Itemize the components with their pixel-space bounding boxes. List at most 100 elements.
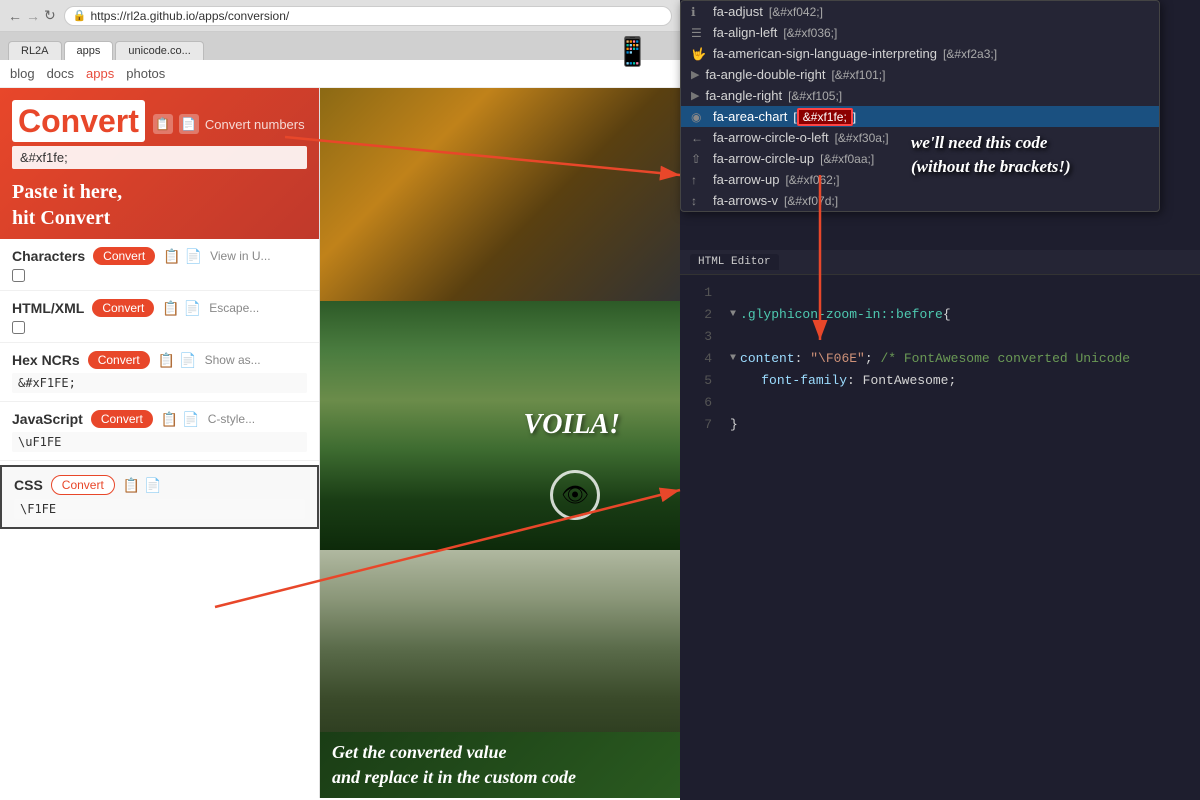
ac-code-arrow-circle-up: [&#xf0aa;]	[820, 152, 874, 166]
ac-item-angle-dbl[interactable]: ▶ fa-angle-double-right [&#xf101;]	[681, 64, 1159, 85]
right-panel: ℹ fa-adjust [&#xf042;] ☰ fa-align-left […	[680, 0, 1200, 800]
comment-4: /* FontAwesome converted Unicode	[873, 348, 1130, 370]
css-copy-icon[interactable]: 📋	[123, 477, 140, 494]
code-line-5: font-family : FontAwesome ;	[730, 370, 1200, 392]
close-brace-7: }	[730, 414, 738, 436]
semi-4: ;	[865, 348, 873, 370]
editor-tab[interactable]: HTML Editor	[690, 254, 779, 270]
js-title: JavaScript	[12, 411, 83, 427]
characters-checkbox[interactable]	[12, 269, 307, 282]
hex-extra[interactable]: Show as...	[205, 353, 261, 367]
fold-arrow-2: ▼	[730, 304, 736, 326]
characters-copy-icon[interactable]: 📋	[163, 248, 180, 265]
js-copy-icon[interactable]: 📋	[161, 411, 178, 428]
css-convert-btn[interactable]: Convert	[51, 475, 115, 495]
html-checkbox[interactable]	[12, 321, 307, 334]
line-numbers: 1 2 3 4 5 6 7	[680, 276, 720, 442]
characters-file-icon[interactable]: 📄	[185, 248, 202, 265]
tab-rl2a[interactable]: RL2A	[8, 41, 62, 60]
ac-code-adjust: [&#xf042;]	[769, 5, 823, 19]
ac-code-arrow-circle-o: [&#xf30a;]	[835, 131, 889, 145]
code-lines: ▼ .glyphicon-zoom-in::before { ▼ content…	[720, 276, 1200, 442]
nav-links: blog docs apps photos	[0, 60, 680, 88]
address-bar[interactable]: 🔒 https://rl2a.github.io/apps/conversion…	[64, 6, 672, 26]
forward-button[interactable]: →	[26, 8, 40, 24]
css-title: CSS	[14, 477, 43, 493]
ac-item-arrows-v[interactable]: ↕ fa-arrows-v [&#xf07d;]	[681, 190, 1159, 211]
hex-convert-btn[interactable]: Convert	[88, 351, 150, 369]
js-extra[interactable]: C-style...	[208, 412, 255, 426]
ac-icon-arrow-up: ↑	[691, 173, 707, 187]
tab-apps[interactable]: apps	[64, 41, 114, 60]
mobile-icon: 📱	[615, 35, 650, 68]
html-file-icon[interactable]: 📄	[184, 300, 201, 317]
autocomplete-dropdown[interactable]: ℹ fa-adjust [&#xf042;] ☰ fa-align-left […	[680, 0, 1160, 212]
bottom-hint-text: Get the converted valueand replace it in…	[332, 740, 668, 790]
ac-name-area: fa-area-chart	[713, 109, 787, 124]
ac-item-align[interactable]: ☰ fa-align-left [&#xf036;]	[681, 22, 1159, 43]
back-button[interactable]: ←	[8, 8, 22, 24]
nav-photos[interactable]: photos	[126, 66, 165, 81]
code-line-7: }	[730, 414, 1200, 436]
html-copy-icon[interactable]: 📋	[162, 300, 179, 317]
code-highlight-box: &#xf1fe;	[797, 108, 853, 126]
ac-item-angle-right[interactable]: ▶ fa-angle-right [&#xf105;]	[681, 85, 1159, 106]
section-html: HTML/XML Convert 📋 📄 Escape...	[0, 291, 319, 343]
ac-item-arrow-up[interactable]: ↑ fa-arrow-up [&#xf062;]	[681, 169, 1159, 190]
voila-text: VOILA!	[524, 409, 620, 441]
ac-code-align: [&#xf036;]	[783, 26, 837, 40]
css-file-icon[interactable]: 📄	[144, 477, 161, 494]
html-extra[interactable]: Escape...	[209, 301, 259, 315]
selector: .glyphicon-zoom-in::before	[740, 304, 943, 326]
ac-name-arrow-circle-up: fa-arrow-circle-up	[713, 151, 814, 166]
hex-file-icon[interactable]: 📄	[179, 352, 196, 369]
colon-4: :	[795, 348, 811, 370]
nav-apps[interactable]: apps	[86, 66, 114, 81]
ac-code-angle-dbl: [&#xf101;]	[831, 68, 885, 82]
ac-item-arrow-circle-o[interactable]: ← fa-arrow-circle-o-left [&#xf30a;]	[681, 127, 1159, 148]
ac-name-asl: fa-american-sign-language-interpreting	[713, 46, 937, 61]
ac-item-asl[interactable]: 🤟 fa-american-sign-language-interpreting…	[681, 43, 1159, 64]
characters-convert-btn[interactable]: Convert	[93, 247, 155, 265]
nav-docs[interactable]: docs	[47, 66, 74, 81]
html-check-input[interactable]	[12, 321, 25, 334]
ac-item-arrow-circle-up[interactable]: ⇧ fa-arrow-circle-up [&#xf0aa;]	[681, 148, 1159, 169]
section-hex: Hex NCRs Convert 📋 📄 Show as... &#xF1FE;	[0, 343, 319, 402]
ac-item-area-chart[interactable]: ◉ fa-area-chart [&#xf1fe;]	[681, 106, 1159, 127]
browser-bar: ← → ↻ 🔒 https://rl2a.github.io/apps/conv…	[0, 0, 680, 32]
lock-icon: 🔒	[73, 9, 87, 22]
js-file-icon[interactable]: 📄	[182, 411, 199, 428]
ff-value: FontAwesome	[863, 370, 949, 392]
characters-extra[interactable]: View in U...	[210, 249, 270, 263]
ac-icon-arrow-circle-up: ⇧	[691, 152, 707, 166]
js-output: \uF1FE	[12, 432, 307, 452]
paste-hint: Paste it here,hit Convert	[12, 173, 307, 239]
characters-check-input[interactable]	[12, 269, 25, 282]
code-editor: HTML Editor 1 2 3 4 5 6 7 ▼ .glyphicon-z…	[680, 250, 1200, 800]
prop-content: content	[740, 348, 795, 370]
expand-icon-right: ▶	[691, 89, 699, 102]
img-forest-path	[320, 301, 680, 550]
tab-other[interactable]: unicode.co...	[115, 41, 203, 60]
js-convert-btn[interactable]: Convert	[91, 410, 153, 428]
file-icon[interactable]: 📄	[179, 114, 199, 134]
convert-title-area: Convert 📋 📄 Convert numbers &#xf1fe; Pas…	[0, 88, 319, 239]
image-area: VOILA! 👁 Get the converted valueand repl…	[320, 88, 680, 798]
ac-icon-area: ◉	[691, 110, 707, 124]
bottom-hint: Get the converted valueand replace it in…	[320, 732, 680, 798]
ac-item-adjust[interactable]: ℹ fa-adjust [&#xf042;]	[681, 1, 1159, 22]
html-convert-btn[interactable]: Convert	[92, 299, 154, 317]
nav-blog[interactable]: blog	[10, 66, 35, 81]
ac-code-angle-right: [&#xf105;]	[788, 89, 842, 103]
copy-icon[interactable]: 📋	[153, 114, 173, 134]
convert-main-title: Convert	[12, 100, 145, 142]
tab-other-label: unicode.co...	[128, 45, 190, 57]
img-foggy-slot: Get the converted valueand replace it in…	[320, 550, 680, 799]
tab-apps-label: apps	[77, 45, 101, 57]
characters-title: Characters	[12, 248, 85, 264]
refresh-button[interactable]: ↻	[44, 7, 56, 24]
ac-name-arrow-circle-o: fa-arrow-circle-o-left	[713, 130, 829, 145]
colon-5: :	[847, 370, 863, 392]
fold-arrow-4: ▼	[730, 348, 736, 370]
hex-copy-icon[interactable]: 📋	[158, 352, 175, 369]
